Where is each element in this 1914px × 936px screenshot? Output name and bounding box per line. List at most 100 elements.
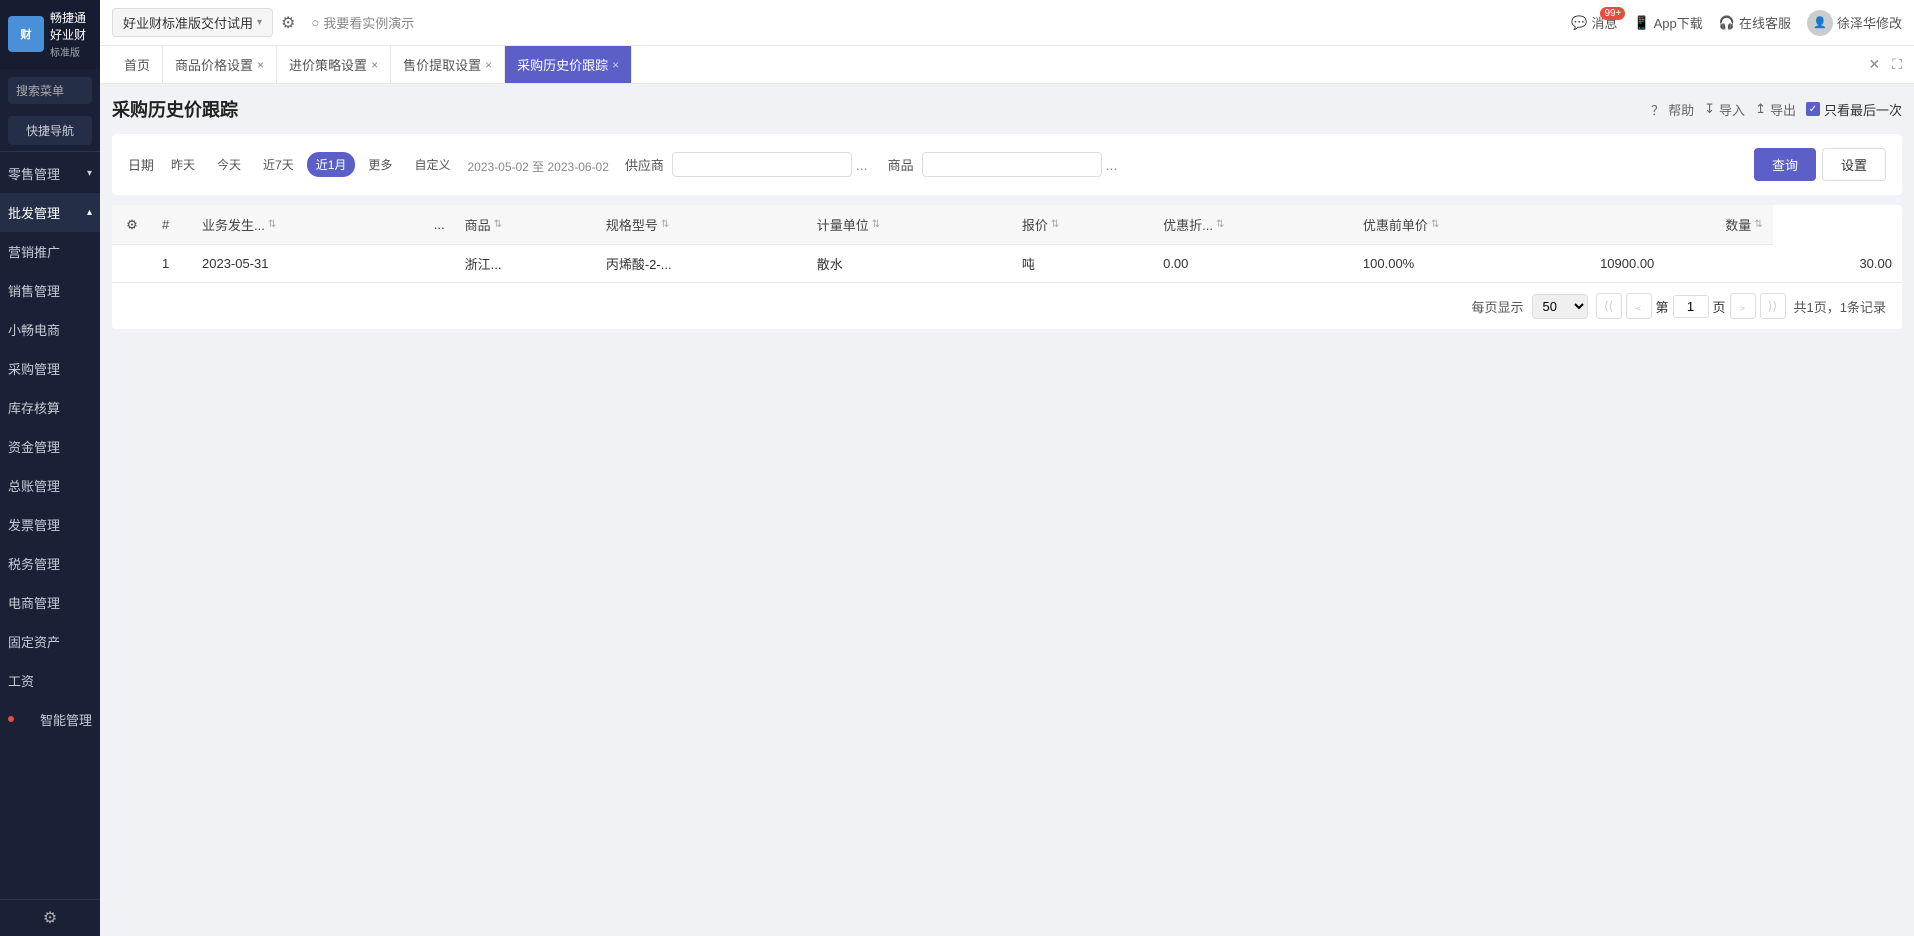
tab-price-label: 商品价格设置 bbox=[175, 55, 253, 74]
sidebar-item-ecommerce[interactable]: 电商管理 bbox=[0, 583, 100, 622]
user-menu[interactable]: 👤 徐泽华修改 bbox=[1807, 10, 1902, 36]
sidebar-item-invoice[interactable]: 发票管理 bbox=[0, 505, 100, 544]
settings-button[interactable]: 设置 bbox=[1822, 148, 1886, 181]
sidebar-item-salary[interactable]: 工资 bbox=[0, 661, 100, 700]
tab-sale-price-label: 售价提取设置 bbox=[403, 55, 481, 74]
message-button[interactable]: 💬 消息 99+ bbox=[1571, 13, 1617, 32]
col-date-sort-icon[interactable]: ⇅ bbox=[268, 219, 276, 230]
help-link[interactable]: ？ 帮助 bbox=[1651, 100, 1694, 119]
date-btn-more[interactable]: 更多 bbox=[359, 152, 401, 177]
sidebar-divider-1 bbox=[0, 151, 100, 152]
data-table: ⚙ # 业务发生... ⇅ ... 商品 bbox=[112, 205, 1902, 282]
sidebar-item-tax[interactable]: 税务管理 bbox=[0, 544, 100, 583]
search-menu-button[interactable]: 搜索菜单 bbox=[8, 77, 92, 104]
app-name: 畅捷通好业财 bbox=[50, 10, 92, 44]
tab-close-all-icon[interactable]: ✕ bbox=[1864, 52, 1884, 77]
quick-nav-button[interactable]: 快捷导航 bbox=[8, 116, 92, 145]
sidebar-item-ecommerce-small[interactable]: 小畅电商 bbox=[0, 310, 100, 349]
col-unit-label: 计量单位 bbox=[817, 215, 869, 234]
export-link[interactable]: ↥ 导出 bbox=[1755, 100, 1796, 119]
tab-sale-price[interactable]: 售价提取设置 × bbox=[391, 46, 505, 84]
col-before-price-label: 优惠前单价 bbox=[1363, 215, 1428, 234]
version-selector[interactable]: 好业财标准版交付试用 ▾ bbox=[112, 8, 273, 37]
per-page-select[interactable]: 50 100 200 bbox=[1532, 294, 1588, 319]
goods-dots[interactable]: ... bbox=[1102, 157, 1122, 173]
sidebar-item-inventory-label: 库存核算 bbox=[8, 398, 60, 417]
online-service-button[interactable]: 🎧 在线客服 bbox=[1719, 13, 1791, 32]
sidebar-item-accounting[interactable]: 总账管理 bbox=[0, 466, 100, 505]
sidebar-item-inventory[interactable]: 库存核算 bbox=[0, 388, 100, 427]
col-discount-sort-icon[interactable]: ⇅ bbox=[1216, 219, 1224, 230]
sidebar-item-assets[interactable]: 固定资产 bbox=[0, 622, 100, 661]
tab-sale-price-close[interactable]: × bbox=[485, 58, 492, 72]
tab-fullscreen-icon[interactable]: ⛶ bbox=[1888, 52, 1906, 77]
sidebar-item-retail-label: 零售管理 bbox=[8, 164, 60, 183]
date-btn-7days[interactable]: 近7天 bbox=[254, 152, 303, 177]
col-goods-sort-icon[interactable]: ⇅ bbox=[494, 219, 502, 230]
col-spec-sort-icon[interactable]: ⇅ bbox=[661, 219, 669, 230]
supplier-dots[interactable]: ... bbox=[852, 157, 872, 173]
row-quantity-cell: 30.00 bbox=[1773, 245, 1902, 283]
last-only-checkbox[interactable] bbox=[1806, 102, 1820, 116]
sidebar-item-ecommerce-label: 电商管理 bbox=[8, 593, 60, 612]
col-goods: 商品 ⇅ bbox=[455, 205, 596, 245]
sidebar-item-sales[interactable]: 销售管理 bbox=[0, 271, 100, 310]
tab-price-close[interactable]: × bbox=[257, 58, 264, 72]
date-btn-today[interactable]: 今天 bbox=[208, 152, 250, 177]
sidebar-item-wholesale[interactable]: 批发管理 ▴ bbox=[0, 193, 100, 232]
goods-filter-label: 商品 bbox=[888, 155, 914, 174]
col-before-price-sort-icon[interactable]: ⇅ bbox=[1431, 219, 1439, 230]
supplier-input[interactable] bbox=[672, 152, 852, 177]
sidebar-item-purchase[interactable]: 采购管理 bbox=[0, 349, 100, 388]
page-last-button[interactable]: ⟩⟩ bbox=[1760, 293, 1786, 319]
tab-purchase-history[interactable]: 采购历史价跟踪 × bbox=[505, 46, 632, 84]
page-actions: ？ 帮助 ↧ 导入 ↥ 导出 只看最后一次 bbox=[1651, 100, 1902, 119]
demo-button[interactable]: ○ 我要看实例演示 bbox=[311, 13, 414, 32]
page-header: 采购历史价跟踪 ？ 帮助 ↧ 导入 ↥ 导出 只看最后一次 bbox=[112, 96, 1902, 122]
date-btn-yesterday[interactable]: 昨天 bbox=[162, 152, 204, 177]
col-unit-sort-icon[interactable]: ⇅ bbox=[872, 219, 880, 230]
table-header-row: ⚙ # 业务发生... ⇅ ... 商品 bbox=[112, 205, 1902, 245]
goods-input[interactable] bbox=[922, 152, 1102, 177]
app-download-icon: 📱 bbox=[1633, 15, 1649, 31]
page-input[interactable] bbox=[1673, 295, 1709, 318]
date-btn-custom[interactable]: 自定义 bbox=[405, 152, 459, 177]
sidebar-item-finance[interactable]: 资金管理 bbox=[0, 427, 100, 466]
col-discount-label: 优惠折... bbox=[1163, 215, 1213, 234]
page-first-button[interactable]: ⟨⟨ bbox=[1596, 293, 1622, 319]
tab-purchase-strategy-close[interactable]: × bbox=[371, 58, 378, 72]
app-download-button[interactable]: 📱 App下载 bbox=[1633, 13, 1702, 32]
table-settings-gear-icon[interactable]: ⚙ bbox=[126, 217, 138, 233]
gear-icon[interactable]: ⚙ bbox=[43, 908, 57, 928]
import-link[interactable]: ↧ 导入 bbox=[1704, 100, 1745, 119]
page-prev-button[interactable]: ﹤ bbox=[1626, 293, 1652, 319]
last-only-label: 只看最后一次 bbox=[1824, 100, 1902, 119]
supplier-input-wrap: ... bbox=[672, 152, 872, 177]
sidebar-item-smart[interactable]: 智能管理 bbox=[0, 700, 100, 739]
version-selector-label: 好业财标准版交付试用 bbox=[123, 13, 253, 32]
col-quantity-sort-icon[interactable]: ⇅ bbox=[1754, 219, 1762, 230]
topbar-settings-icon[interactable]: ⚙ bbox=[281, 13, 295, 33]
sidebar-item-marketing[interactable]: 营销推广 bbox=[0, 232, 100, 271]
sidebar-item-retail[interactable]: 零售管理 ▾ bbox=[0, 154, 100, 193]
last-only-checkbox-label[interactable]: 只看最后一次 bbox=[1806, 100, 1902, 119]
sidebar-item-finance-label: 资金管理 bbox=[8, 437, 60, 456]
tab-price[interactable]: 商品价格设置 × bbox=[163, 46, 277, 84]
main-area: 好业财标准版交付试用 ▾ ⚙ ○ 我要看实例演示 💬 消息 99+ 📱 App下… bbox=[100, 0, 1914, 936]
sidebar-item-purchase-label: 采购管理 bbox=[8, 359, 60, 378]
tab-purchase-strategy[interactable]: 进价策略设置 × bbox=[277, 46, 391, 84]
table-row: 1 2023-05-31 浙江... 丙烯酸-2-... 散水 吨 0.00 1… bbox=[112, 245, 1902, 283]
sidebar-item-assets-label: 固定资产 bbox=[8, 632, 60, 651]
date-filter-group: 日期 昨天 今天 近7天 近1月 更多 自定义 2023-05-02 至 202… bbox=[128, 152, 609, 177]
tab-home[interactable]: 首页 bbox=[112, 46, 163, 84]
page-next-button[interactable]: ﹥ bbox=[1730, 293, 1756, 319]
page-total: 共1页，1条记录 bbox=[1794, 297, 1886, 316]
help-label: 帮助 bbox=[1668, 100, 1694, 119]
col-price-sort-icon[interactable]: ⇅ bbox=[1051, 219, 1059, 230]
query-button[interactable]: 查询 bbox=[1754, 148, 1816, 181]
online-service-label: 在线客服 bbox=[1739, 13, 1791, 32]
tab-purchase-history-close[interactable]: × bbox=[612, 58, 619, 72]
date-btn-1month[interactable]: 近1月 bbox=[307, 152, 356, 177]
message-icon: 💬 bbox=[1571, 15, 1587, 31]
col-unit: 计量单位 ⇅ bbox=[807, 205, 1012, 245]
